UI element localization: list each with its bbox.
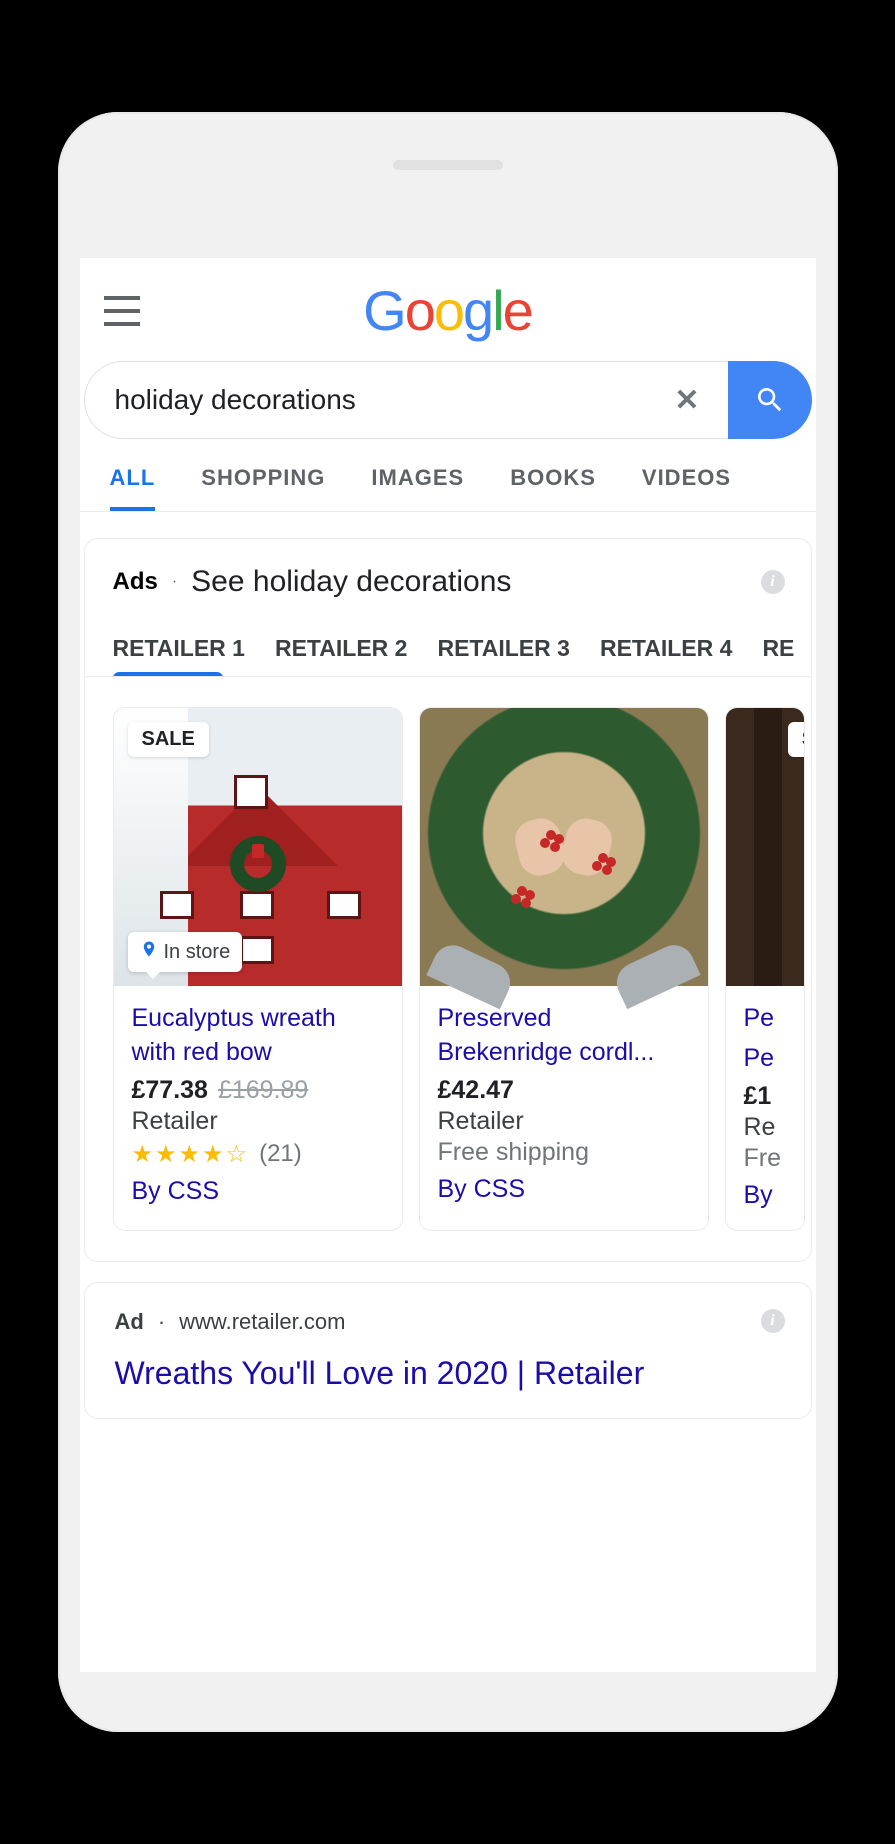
logo-letter: o [405,279,434,342]
logo-letter: G [363,279,405,342]
product-price: £1 [744,1082,786,1111]
tab-all[interactable]: ALL [110,465,156,511]
product-info: Pe Pe £1 Re Fre By [726,986,804,1230]
retailer-tab-indicator [113,672,223,677]
sale-badge: SA [788,722,805,757]
retailer-tab[interactable]: RE [762,635,794,662]
ad-url: www.retailer.com [179,1309,345,1335]
tab-books[interactable]: BOOKS [510,465,596,511]
product-card[interactable]: SA Pe Pe £1 Re Fre By [725,707,805,1231]
retailer-tab[interactable]: RETAILER 1 [113,635,245,662]
phone-speaker [393,160,503,170]
shopping-ads-card: Ads · See holiday decorations i RETAILER… [84,538,812,1262]
google-logo[interactable]: Google [140,278,756,343]
logo-letter: g [463,279,492,342]
text-ad-title[interactable]: Wreaths You'll Love in 2020 | Retailer [115,1355,781,1392]
searchbar: ✕ [84,361,812,439]
product-retailer: Re [744,1113,786,1142]
product-css-link[interactable]: By CSS [132,1177,384,1206]
rating-count: (21) [259,1140,302,1168]
search-input[interactable] [115,384,665,416]
tab-videos[interactable]: VIDEOS [642,465,731,511]
tab-shopping[interactable]: SHOPPING [201,465,325,511]
product-card[interactable]: Preserved Brekenridge cordl... £42.47 Re… [419,707,709,1231]
search-icon [754,384,786,416]
logo-letter: l [492,279,502,342]
product-price: £42.47 [438,1076,690,1105]
retailer-tab[interactable]: RETAILER 2 [275,635,407,662]
product-css-link[interactable]: By CSS [438,1175,690,1204]
product-rating: ★★★★☆ (21) [132,1140,384,1169]
in-store-badge: In store [128,932,243,972]
screen: Google ✕ ALL SHOPPING IMAGES BOOKS VIDEO… [80,258,816,1672]
stars-icon: ★★★★☆ [132,1140,250,1169]
product-carousel[interactable]: SALE In store Eucalyptus wreath with red… [85,677,811,1261]
ad-label: Ad [115,1309,144,1335]
product-retailer: Retailer [438,1107,690,1136]
tab-images[interactable]: IMAGES [371,465,464,511]
product-image [420,708,708,986]
product-title[interactable]: Pe [744,1042,786,1076]
nav-tabs: ALL SHOPPING IMAGES BOOKS VIDEOS [80,439,816,512]
clear-icon[interactable]: ✕ [664,383,709,418]
ads-header: Ads · See holiday decorations i [85,565,811,611]
sale-badge: SALE [128,722,209,757]
pin-icon [140,938,158,966]
info-icon[interactable]: i [761,570,785,594]
product-card[interactable]: SALE In store Eucalyptus wreath with red… [113,707,403,1231]
product-css-link[interactable]: By [744,1181,786,1210]
product-title[interactable]: Pe [744,1002,786,1036]
separator: · [158,1309,165,1335]
text-ad-meta: Ad · www.retailer.com [115,1309,781,1335]
product-image: SALE In store [114,708,402,986]
product-price: £77.38£169.89 [132,1076,384,1105]
search-input-pill[interactable]: ✕ [84,361,728,439]
product-info: Preserved Brekenridge cordl... £42.47 Re… [420,986,708,1224]
text-ad-card: Ad · www.retailer.com i Wreaths You'll L… [84,1282,812,1419]
product-info: Eucalyptus wreath with red bow £77.38£16… [114,986,402,1226]
logo-letter: o [434,279,463,342]
phone-frame: Google ✕ ALL SHOPPING IMAGES BOOKS VIDEO… [58,112,838,1732]
search-button[interactable] [728,361,812,439]
product-retailer: Retailer [132,1107,384,1136]
separator: · [172,573,177,591]
product-shipping: Fre [744,1144,786,1173]
logo-letter: e [503,279,532,342]
retailer-tab[interactable]: RETAILER 4 [600,635,732,662]
retailer-tabs: RETAILER 1 RETAILER 2 RETAILER 3 RETAILE… [85,611,811,677]
product-image: SA [726,708,804,986]
header: Google [80,258,816,355]
product-title[interactable]: Preserved Brekenridge cordl... [438,1002,690,1070]
ads-headline: See holiday decorations [191,565,511,599]
product-title[interactable]: Eucalyptus wreath with red bow [132,1002,384,1070]
retailer-tab[interactable]: RETAILER 3 [437,635,569,662]
ads-label: Ads [113,568,158,596]
in-store-label: In store [164,941,231,964]
product-shipping: Free shipping [438,1138,690,1167]
info-icon[interactable]: i [761,1309,785,1333]
searchbar-container: ✕ [80,355,816,439]
menu-icon[interactable] [104,296,140,326]
